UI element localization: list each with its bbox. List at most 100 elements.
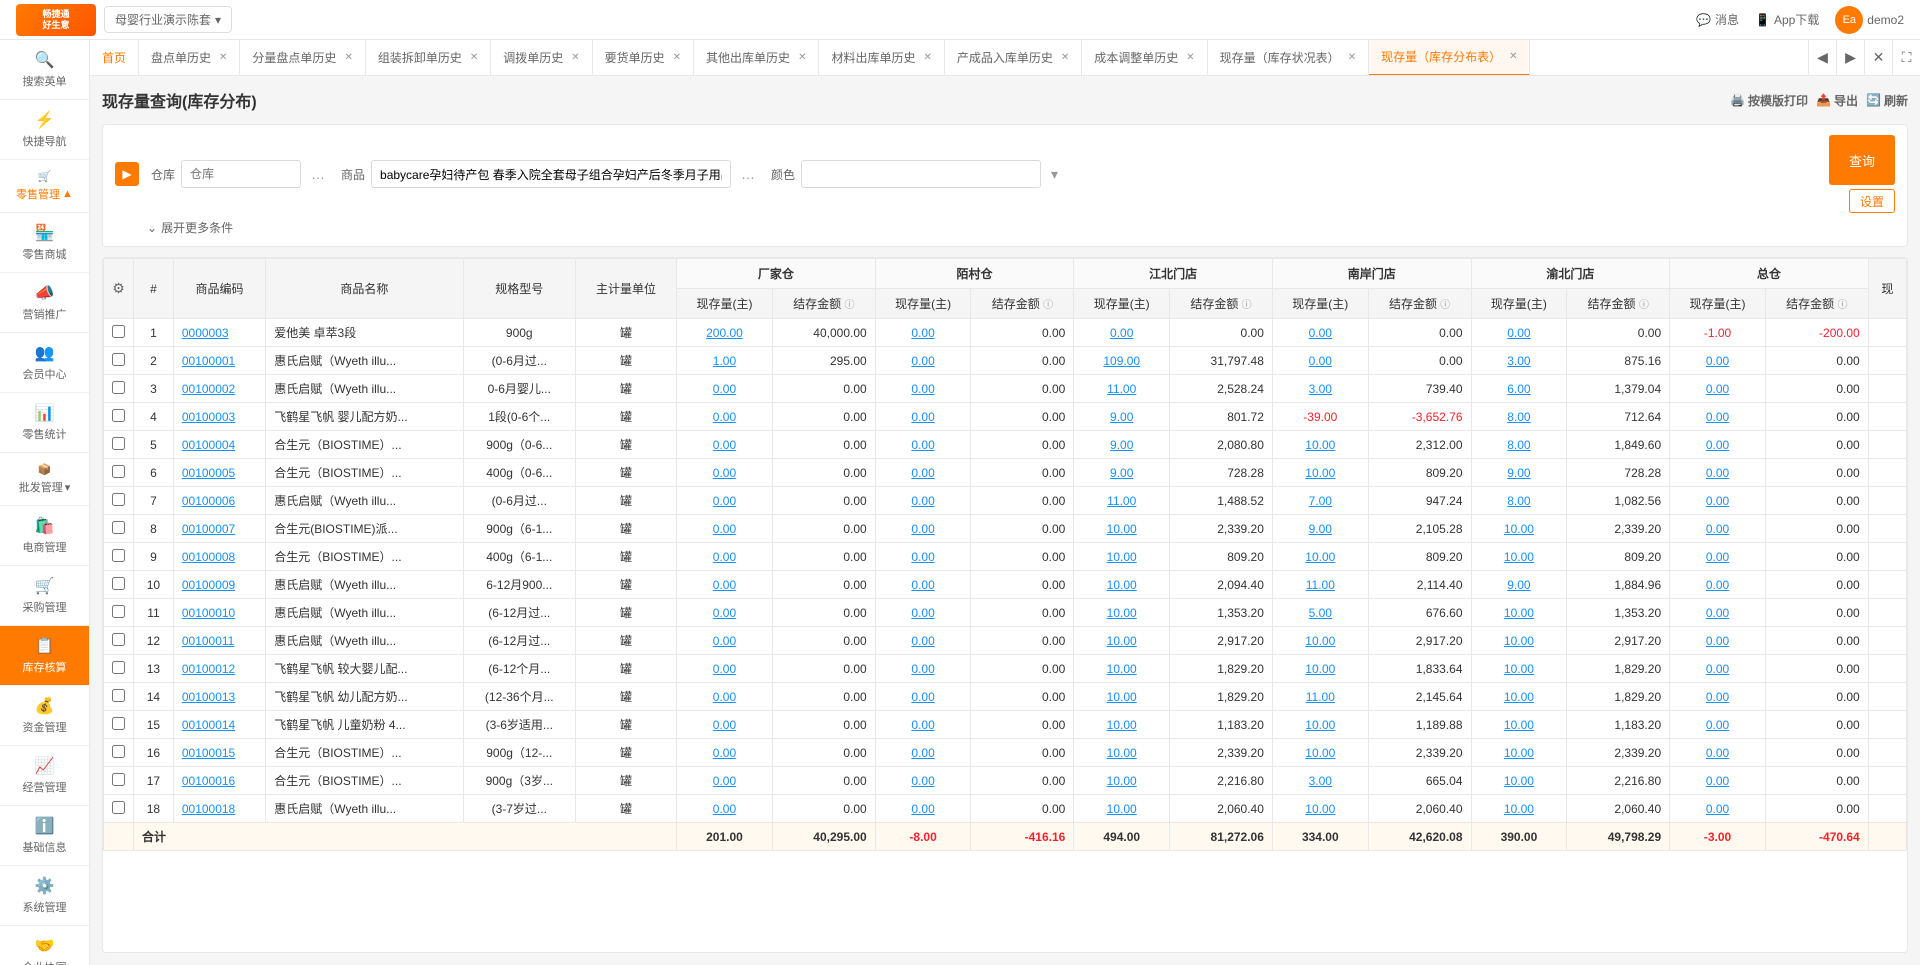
cell-checkbox[interactable] <box>104 795 134 823</box>
sidebar-item-purchase[interactable]: 🛒 采购管理 <box>0 566 89 626</box>
cell-checkbox[interactable] <box>104 767 134 795</box>
cell-checkbox[interactable] <box>104 627 134 655</box>
user-profile[interactable]: Ea demo2 <box>1835 6 1904 34</box>
goods-dots-btn[interactable]: … <box>737 166 759 182</box>
tab-order[interactable]: 要货单历史 ✕ <box>593 40 694 76</box>
cell-checkbox[interactable] <box>104 655 134 683</box>
info-icon[interactable]: ⓘ <box>844 300 854 311</box>
close-icon[interactable]: ✕ <box>470 52 478 63</box>
cell-index: 12 <box>134 627 174 655</box>
tab-other-out[interactable]: 其他出库单历史 ✕ <box>694 40 819 76</box>
close-icon[interactable]: ✕ <box>344 52 352 63</box>
table-scroll[interactable]: ⚙ # 商品编码 商品名称 规格型号 主计量单位 厂家仓 陌村仓 江北门店 南岸… <box>103 258 1907 952</box>
close-icon[interactable]: ✕ <box>673 52 681 63</box>
tab-material-out[interactable]: 材料出库单历史 ✕ <box>819 40 944 76</box>
cell-checkbox[interactable] <box>104 683 134 711</box>
cell-jiangbei-stock: 9.00 <box>1074 431 1170 459</box>
th-gear: ⚙ <box>104 259 134 319</box>
cell-factory-stock: 0.00 <box>677 599 773 627</box>
info-icon[interactable]: ⓘ <box>1440 300 1450 311</box>
tab-prev-btn[interactable]: ◀ <box>1808 40 1836 76</box>
message-btn[interactable]: 💬 消息 <box>1696 11 1739 28</box>
tab-stock-status[interactable]: 现存量（库存状况表） ✕ <box>1208 40 1369 76</box>
cell-mocun-stock: 0.00 <box>875 571 971 599</box>
cell-checkbox[interactable] <box>104 431 134 459</box>
cell-checkbox[interactable] <box>104 739 134 767</box>
tab-cost-adjust[interactable]: 成本调整单历史 ✕ <box>1082 40 1207 76</box>
expand-conditions[interactable]: ⌄ 展开更多条件 <box>147 219 1895 236</box>
export-btn[interactable]: 📤 导出 <box>1816 92 1858 109</box>
filter-toggle-btn[interactable]: ▶ <box>115 162 139 186</box>
industry-selector[interactable]: 母婴行业演示陈套 ▾ <box>104 6 232 33</box>
cell-checkbox[interactable] <box>104 375 134 403</box>
sidebar-item-retail-store[interactable]: 🏪 零售商城 <box>0 213 89 273</box>
info-icon[interactable]: ⓘ <box>1639 300 1649 311</box>
print-icon: 🖨️ <box>1730 93 1745 107</box>
color-dots-btn[interactable]: ▾ <box>1047 166 1062 183</box>
print-btn[interactable]: 🖨️ 按模版打印 <box>1730 92 1808 109</box>
cell-yubei-amt: 809.20 <box>1567 543 1670 571</box>
close-icon[interactable]: ✕ <box>1061 52 1069 63</box>
sidebar-item-wholesale[interactable]: 📦 批发管理 ▾ <box>0 453 89 506</box>
sidebar-item-enterprise-collab[interactable]: 🤝 企业协同 <box>0 926 89 965</box>
refresh-btn[interactable]: 🔄 刷新 <box>1866 92 1908 109</box>
cell-checkbox[interactable] <box>104 711 134 739</box>
sidebar-item-member[interactable]: 👥 会员中心 <box>0 333 89 393</box>
cell-factory-amt: 0.00 <box>772 459 875 487</box>
cell-checkbox[interactable] <box>104 599 134 627</box>
sidebar-item-marketing[interactable]: 📣 营销推广 <box>0 273 89 333</box>
sidebar-item-search[interactable]: 🔍 搜索英单 <box>0 40 89 100</box>
cell-checkbox[interactable] <box>104 319 134 347</box>
close-icon[interactable]: ✕ <box>798 52 806 63</box>
sidebar-item-ecommerce[interactable]: 🛍️ 电商管理 <box>0 506 89 566</box>
close-icon[interactable]: ✕ <box>923 52 931 63</box>
tab-split-inventory[interactable]: 分量盘点单历史 ✕ <box>240 40 365 76</box>
filter-area: ▶ 仓库 … 商品 … 颜色 ▾ 查询 设置 <box>102 124 1908 247</box>
cell-nanan-amt: 809.20 <box>1368 459 1471 487</box>
tab-transfer[interactable]: 调拨单历史 ✕ <box>491 40 592 76</box>
cell-checkbox[interactable] <box>104 487 134 515</box>
sidebar-item-finance[interactable]: 💰 资金管理 <box>0 686 89 746</box>
tab-product-in[interactable]: 产成品入库单历史 ✕ <box>945 40 1082 76</box>
summary-jiangbei-amt: 81,272.06 <box>1170 823 1273 851</box>
tab-expand-btn[interactable]: ⛶ <box>1892 40 1920 76</box>
app-download-btn[interactable]: 📱 App下载 <box>1755 11 1819 28</box>
sidebar-item-inventory[interactable]: 📋 库存核算 <box>0 626 89 686</box>
cell-code: 00100005 <box>173 459 265 487</box>
tab-stock-dist[interactable]: 现存量（库存分布表） ✕ <box>1369 40 1530 76</box>
close-icon[interactable]: ✕ <box>571 52 579 63</box>
goods-input[interactable] <box>371 160 731 188</box>
setting-button[interactable]: 设置 <box>1849 189 1895 213</box>
cell-factory-amt: 0.00 <box>772 431 875 459</box>
cell-checkbox[interactable] <box>104 347 134 375</box>
tab-inventory-check[interactable]: 盘点单历史 ✕ <box>139 40 240 76</box>
cell-checkbox[interactable] <box>104 515 134 543</box>
sidebar-item-retail-mgmt[interactable]: 🛒 零售管理 ▲ <box>0 160 89 213</box>
cell-checkbox[interactable] <box>104 571 134 599</box>
tab-close-all-btn[interactable]: ✕ <box>1864 40 1892 76</box>
tab-group-disassemble[interactable]: 组装拆卸单历史 ✕ <box>366 40 491 76</box>
close-icon[interactable]: ✕ <box>1348 52 1356 63</box>
color-input[interactable] <box>801 160 1041 188</box>
cell-checkbox[interactable] <box>104 543 134 571</box>
cell-checkbox[interactable] <box>104 403 134 431</box>
tab-home[interactable]: 首页 <box>90 40 139 76</box>
search-button[interactable]: 查询 <box>1829 135 1895 185</box>
sidebar-item-system[interactable]: ⚙️ 系统管理 <box>0 866 89 926</box>
gear-icon[interactable]: ⚙ <box>112 280 125 296</box>
tab-next-btn[interactable]: ▶ <box>1836 40 1864 76</box>
sidebar-item-retail-stats[interactable]: 📊 零售统计 <box>0 393 89 453</box>
close-icon[interactable]: ✕ <box>1186 52 1194 63</box>
cell-nanan-stock: 10.00 <box>1272 655 1368 683</box>
close-icon[interactable]: ✕ <box>219 52 227 63</box>
info-icon[interactable]: ⓘ <box>1838 300 1848 311</box>
warehouse-dots-btn[interactable]: … <box>307 166 329 182</box>
sidebar-item-quick-nav[interactable]: ⚡ 快捷导航 <box>0 100 89 160</box>
info-icon[interactable]: ⓘ <box>1043 300 1053 311</box>
sidebar-item-operations[interactable]: 📈 经营管理 <box>0 746 89 806</box>
close-icon[interactable]: ✕ <box>1509 51 1517 62</box>
warehouse-input[interactable] <box>181 160 301 188</box>
cell-checkbox[interactable] <box>104 459 134 487</box>
info-icon[interactable]: ⓘ <box>1242 300 1252 311</box>
sidebar-item-basic-info[interactable]: ℹ️ 基础信息 <box>0 806 89 866</box>
